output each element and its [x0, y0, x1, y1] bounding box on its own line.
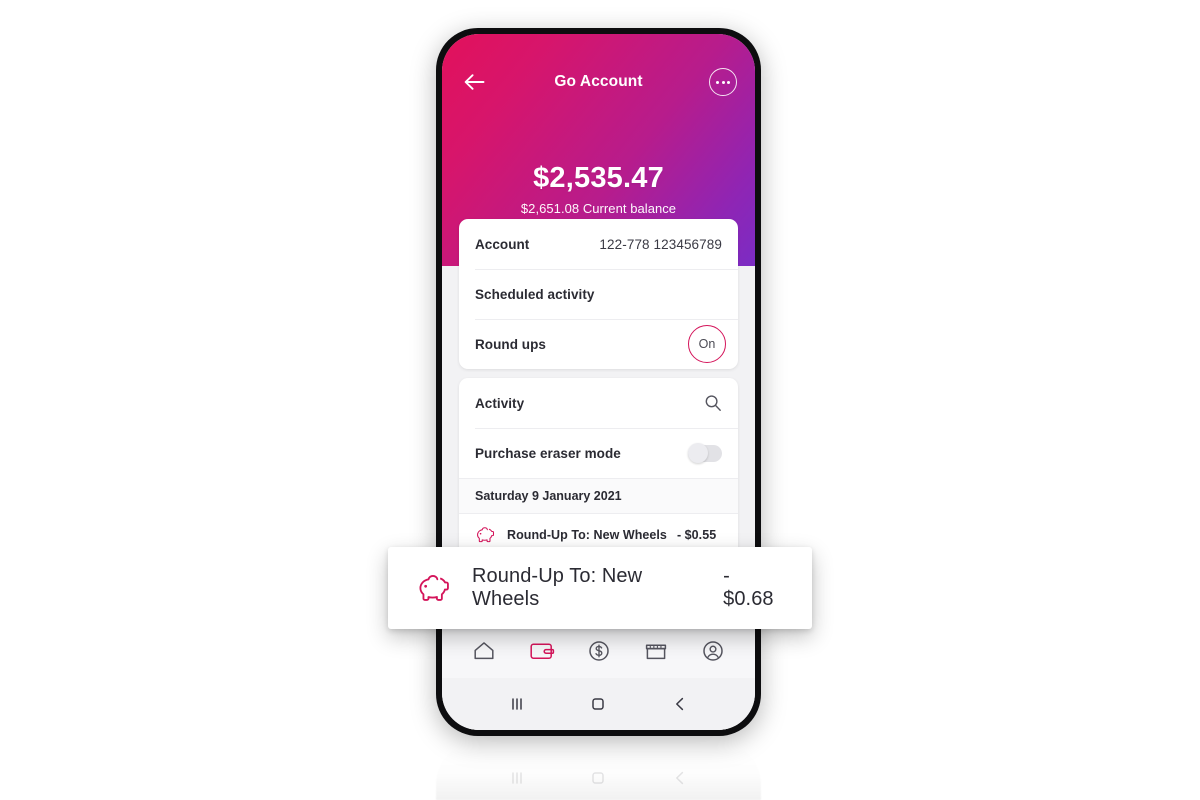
home-button[interactable] — [578, 684, 618, 724]
account-details-card: Account 122-778 123456789 Scheduled acti… — [459, 219, 738, 369]
nav-item-payments[interactable] — [587, 639, 611, 668]
bottom-navigation-bar — [442, 628, 755, 678]
purchase-eraser-label: Purchase eraser mode — [475, 445, 621, 461]
account-row-label: Account — [475, 236, 530, 252]
back-button[interactable] — [460, 68, 488, 96]
activity-header-row: Activity — [459, 378, 738, 428]
transaction-date-header: Saturday 9 January 2021 — [459, 478, 738, 514]
purchase-eraser-toggle[interactable] — [688, 443, 722, 463]
highlight-transaction-title: Round-Up To: New Wheels — [472, 565, 643, 610]
more-options-button[interactable] — [709, 68, 737, 96]
more-options-icon — [721, 80, 725, 84]
highlight-transaction-overlay[interactable]: Round-Up To: New Wheels - $0.68 — [388, 547, 812, 629]
more-options-icon — [716, 80, 720, 84]
round-ups-status-badge[interactable]: On — [688, 325, 726, 363]
recents-button[interactable] — [497, 684, 537, 724]
nav-item-store[interactable] — [644, 640, 668, 667]
system-navigation-bar — [442, 678, 755, 730]
round-ups-row[interactable]: Round ups On — [459, 319, 738, 369]
scheduled-activity-row[interactable]: Scheduled activity — [459, 269, 738, 319]
nav-item-home[interactable] — [472, 640, 496, 667]
activity-title: Activity — [475, 395, 525, 411]
recents-icon-reflection — [512, 772, 522, 784]
piggy-bank-icon — [416, 573, 456, 604]
home-square-icon — [592, 698, 605, 710]
activity-search-button[interactable] — [704, 394, 722, 412]
home-square-icon-reflection — [592, 772, 605, 784]
piggy-bank-icon — [475, 526, 501, 544]
profile-icon — [702, 641, 723, 661]
wallet-icon — [530, 643, 555, 659]
dollar-circle-icon — [589, 641, 610, 661]
scheduled-activity-label: Scheduled activity — [475, 286, 595, 302]
account-row[interactable]: Account 122-778 123456789 — [459, 219, 738, 269]
balance-block: $2,535.47 $2,651.08 Current balance — [442, 162, 755, 216]
account-number-value: 122-778 123456789 — [599, 236, 722, 252]
recents-icon — [512, 698, 522, 710]
highlight-transaction-amount: - $0.68 — [723, 565, 774, 610]
available-balance: $2,535.47 — [533, 162, 664, 194]
arrow-left-icon — [464, 74, 485, 90]
phone-reflection — [436, 742, 761, 800]
phone-device-frame: Go Account $2,535.47 $2,651.08 Current b… — [436, 28, 761, 736]
transaction-amount: - $0.55 — [676, 528, 717, 542]
current-balance: $2,651.08 Current balance — [520, 201, 677, 216]
system-back-button[interactable] — [660, 684, 700, 724]
header-bar — [442, 66, 755, 98]
home-icon — [474, 642, 494, 660]
back-chevron-icon — [676, 697, 684, 711]
round-ups-label: Round ups — [475, 336, 546, 352]
more-options-icon — [726, 80, 730, 84]
transaction-title: Round-Up To: New Wheels — [507, 528, 667, 542]
nav-item-profile[interactable] — [701, 639, 725, 668]
back-chevron-icon-reflection — [676, 771, 684, 785]
purchase-eraser-row[interactable]: Purchase eraser mode — [459, 428, 738, 478]
nav-item-wallet[interactable] — [529, 640, 555, 667]
phone-reflection-icons — [436, 748, 761, 788]
search-icon — [705, 395, 721, 411]
store-icon — [645, 644, 667, 660]
